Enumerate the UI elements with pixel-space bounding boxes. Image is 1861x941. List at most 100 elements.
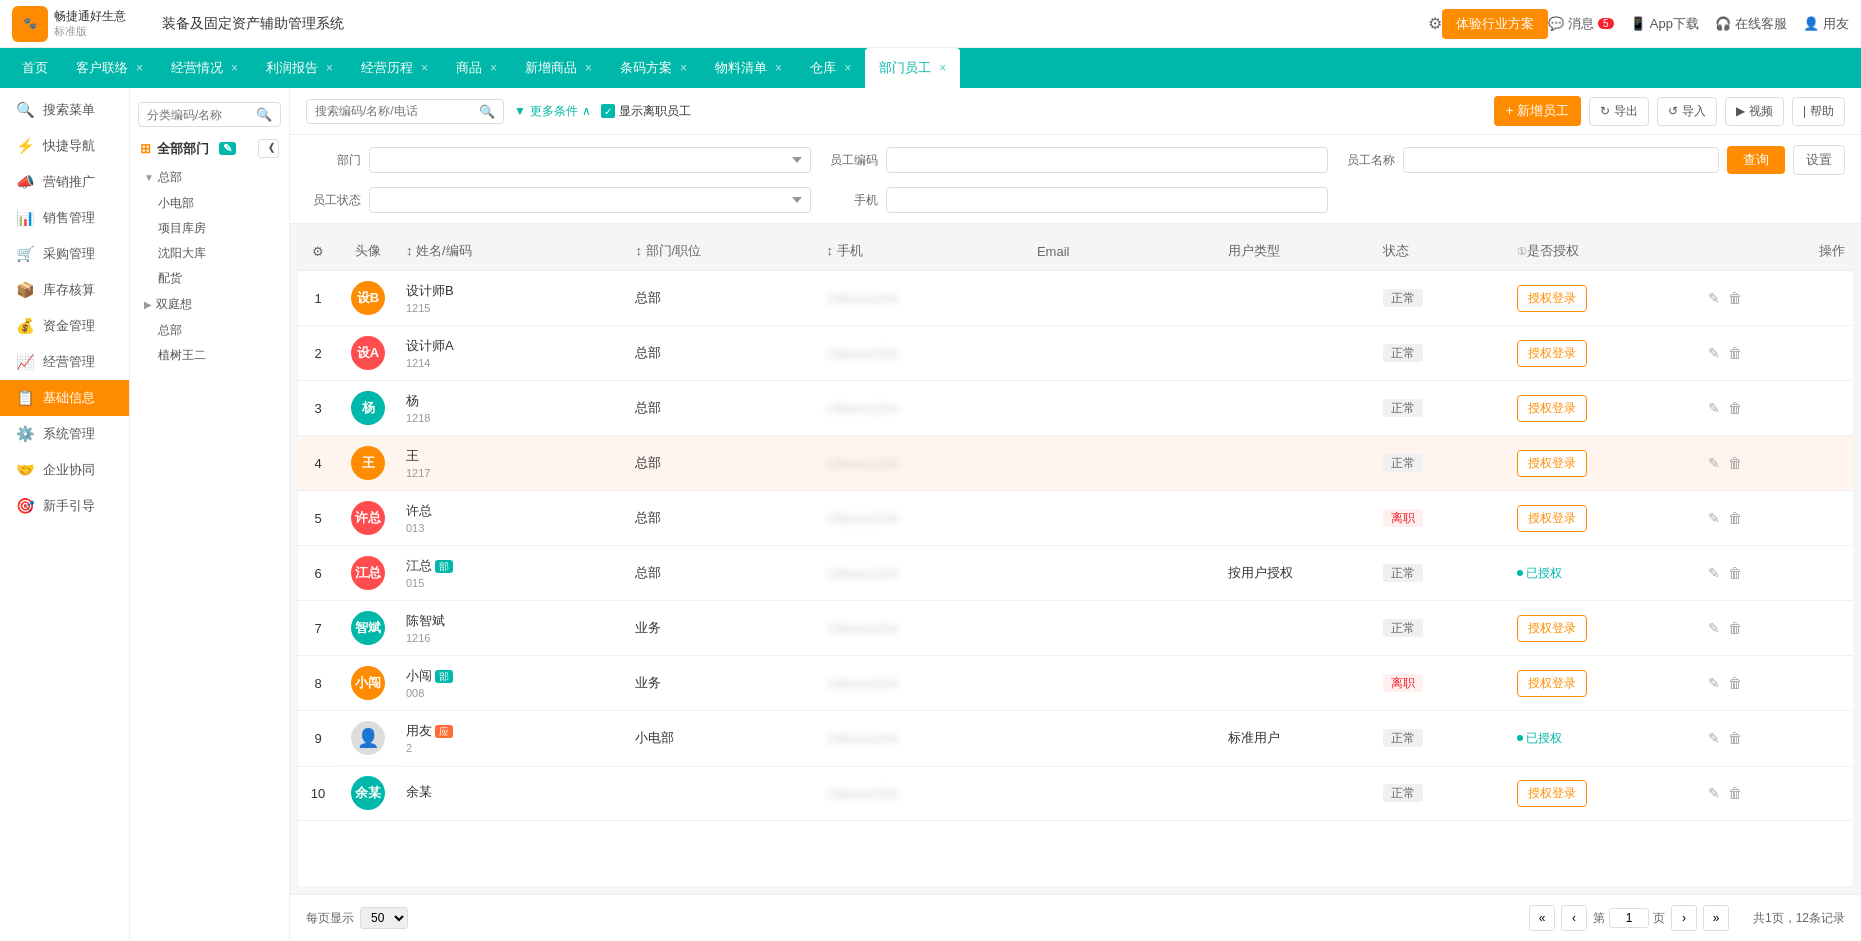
auth-button[interactable]: 授权登录	[1517, 450, 1587, 477]
dept-child-shenyang[interactable]: 沈阳大库	[130, 241, 289, 266]
page-input[interactable]	[1609, 908, 1649, 928]
view-button[interactable]: ▶ 视频	[1725, 97, 1784, 126]
dept-child-xiaodian[interactable]: 小电部	[130, 191, 289, 216]
edit-button[interactable]: ✎	[1708, 345, 1720, 361]
tab-history[interactable]: 经营历程 ×	[347, 48, 442, 88]
show-resigned-toggle[interactable]: ✓ 显示离职员工	[601, 103, 691, 120]
search-input[interactable]	[315, 104, 475, 118]
sidebar-item-nav[interactable]: ⚡ 快捷导航	[0, 128, 129, 164]
tab-bom[interactable]: 物料清单 ×	[701, 48, 796, 88]
dept-child-zhishu[interactable]: 植树王二	[130, 343, 289, 368]
auth-button[interactable]: 授权登录	[1517, 505, 1587, 532]
resigned-checkbox[interactable]: ✓	[601, 104, 615, 118]
tab-home[interactable]: 首页	[8, 48, 62, 88]
tab-add-goods[interactable]: 新增商品 ×	[511, 48, 606, 88]
edit-button[interactable]: ✎	[1708, 400, 1720, 416]
edit-button[interactable]: ✎	[1708, 785, 1720, 801]
sidebar-item-inventory[interactable]: 📦 库存核算	[0, 272, 129, 308]
edit-button[interactable]: ✎	[1708, 730, 1720, 746]
sidebar-item-finance[interactable]: 💰 资金管理	[0, 308, 129, 344]
sidebar-item-basic[interactable]: 📋 基础信息	[0, 380, 129, 416]
delete-button[interactable]: 🗑	[1728, 565, 1742, 581]
search-box[interactable]: 🔍	[306, 99, 504, 124]
dept-group-zongbu[interactable]: ▼ 总部	[130, 164, 289, 191]
close-icon[interactable]: ×	[231, 61, 238, 75]
tab-warehouse[interactable]: 仓库 ×	[796, 48, 865, 88]
close-icon[interactable]: ×	[490, 61, 497, 75]
tab-profit[interactable]: 利润报告 ×	[252, 48, 347, 88]
message-button[interactable]: 💬 消息 5	[1548, 15, 1614, 33]
delete-button[interactable]: 🗑	[1728, 345, 1742, 361]
delete-button[interactable]: 🗑	[1728, 730, 1742, 746]
sidebar-item-sales[interactable]: 📊 销售管理	[0, 200, 129, 236]
phone-input[interactable]	[886, 187, 1328, 213]
edit-button[interactable]: ✎	[1708, 290, 1720, 306]
close-icon[interactable]: ×	[844, 61, 851, 75]
page-size-select[interactable]: 50	[360, 907, 408, 929]
close-icon[interactable]: ×	[775, 61, 782, 75]
edit-button[interactable]: ✎	[1708, 565, 1720, 581]
edit-button[interactable]: ✎	[1708, 455, 1720, 471]
delete-button[interactable]: 🗑	[1728, 785, 1742, 801]
query-button[interactable]: 查询	[1727, 146, 1785, 174]
delete-button[interactable]: 🗑	[1728, 290, 1742, 306]
auth-button[interactable]: 授权登录	[1517, 780, 1587, 807]
dept-all-item[interactable]: ⊞ 全部部门 ✎ 《	[130, 133, 289, 164]
col-phone[interactable]: ↕ 手机	[819, 232, 1029, 271]
gear-icon[interactable]: ⚙	[1428, 14, 1442, 33]
collapse-button[interactable]: 《	[258, 139, 279, 158]
first-page-button[interactable]: «	[1529, 905, 1555, 931]
sidebar-item-collab[interactable]: 🤝 企业协同	[0, 452, 129, 488]
auth-button[interactable]: 授权登录	[1517, 285, 1587, 312]
col-name[interactable]: ↕ 姓名/编码	[398, 232, 627, 271]
close-icon[interactable]: ×	[939, 61, 946, 75]
delete-button[interactable]: 🗑	[1728, 675, 1742, 691]
auth-button[interactable]: 授权登录	[1517, 615, 1587, 642]
auth-button[interactable]: 授权登录	[1517, 340, 1587, 367]
app-download-button[interactable]: 📱 App下载	[1630, 15, 1699, 33]
add-employee-button[interactable]: + 新增员工	[1494, 96, 1581, 126]
sidebar-item-purchase[interactable]: 🛒 采购管理	[0, 236, 129, 272]
delete-button[interactable]: 🗑	[1728, 400, 1742, 416]
export-button[interactable]: ↻ 导出	[1589, 97, 1649, 126]
close-icon[interactable]: ×	[326, 61, 333, 75]
dept-child-peihuo[interactable]: 配货	[130, 266, 289, 291]
edit-button[interactable]: ✎	[1708, 620, 1720, 636]
auth-button[interactable]: 授权登录	[1517, 670, 1587, 697]
delete-button[interactable]: 🗑	[1728, 620, 1742, 636]
col-dept[interactable]: ↕ 部门/职位	[627, 232, 818, 271]
sidebar-item-mgmt[interactable]: 📈 经营管理	[0, 344, 129, 380]
next-page-button[interactable]: ›	[1671, 905, 1697, 931]
last-page-button[interactable]: »	[1703, 905, 1729, 931]
dept-group-shuangtingxiang[interactable]: ▶ 双庭想	[130, 291, 289, 318]
auth-button[interactable]: 授权登录	[1517, 395, 1587, 422]
dept-search-input[interactable]	[147, 108, 252, 122]
edit-button[interactable]: ✎	[1708, 675, 1720, 691]
close-icon[interactable]: ×	[136, 61, 143, 75]
emp-name-input[interactable]	[1403, 147, 1719, 173]
trial-button[interactable]: 体验行业方案	[1442, 9, 1548, 39]
close-icon[interactable]: ×	[585, 61, 592, 75]
close-icon[interactable]: ×	[421, 61, 428, 75]
edit-button[interactable]: ✎	[1708, 510, 1720, 526]
more-filter-button[interactable]: ▼ 更多条件 ∧	[514, 103, 591, 120]
dept-search-box[interactable]: 🔍	[138, 102, 281, 127]
sidebar-item-system[interactable]: ⚙️ 系统管理	[0, 416, 129, 452]
tab-barcode[interactable]: 条码方案 ×	[606, 48, 701, 88]
sidebar-item-search[interactable]: 🔍 搜索菜单	[0, 92, 129, 128]
tab-goods[interactable]: 商品 ×	[442, 48, 511, 88]
help-button[interactable]: | 帮助	[1792, 97, 1845, 126]
dept-child-xiangmu[interactable]: 项目库房	[130, 216, 289, 241]
sidebar-item-guide[interactable]: 🎯 新手引导	[0, 488, 129, 524]
service-button[interactable]: 🎧 在线客服	[1715, 15, 1787, 33]
col-settings[interactable]: ⚙	[298, 232, 338, 271]
prev-page-button[interactable]: ‹	[1561, 905, 1587, 931]
reset-button[interactable]: 设置	[1793, 145, 1845, 175]
delete-button[interactable]: 🗑	[1728, 510, 1742, 526]
delete-button[interactable]: 🗑	[1728, 455, 1742, 471]
dept-edit-icon[interactable]: ✎	[219, 142, 236, 155]
tab-operation[interactable]: 经营情况 ×	[157, 48, 252, 88]
close-icon[interactable]: ×	[680, 61, 687, 75]
tab-dept-employee[interactable]: 部门员工 ×	[865, 48, 960, 88]
dept-select[interactable]	[369, 147, 811, 173]
